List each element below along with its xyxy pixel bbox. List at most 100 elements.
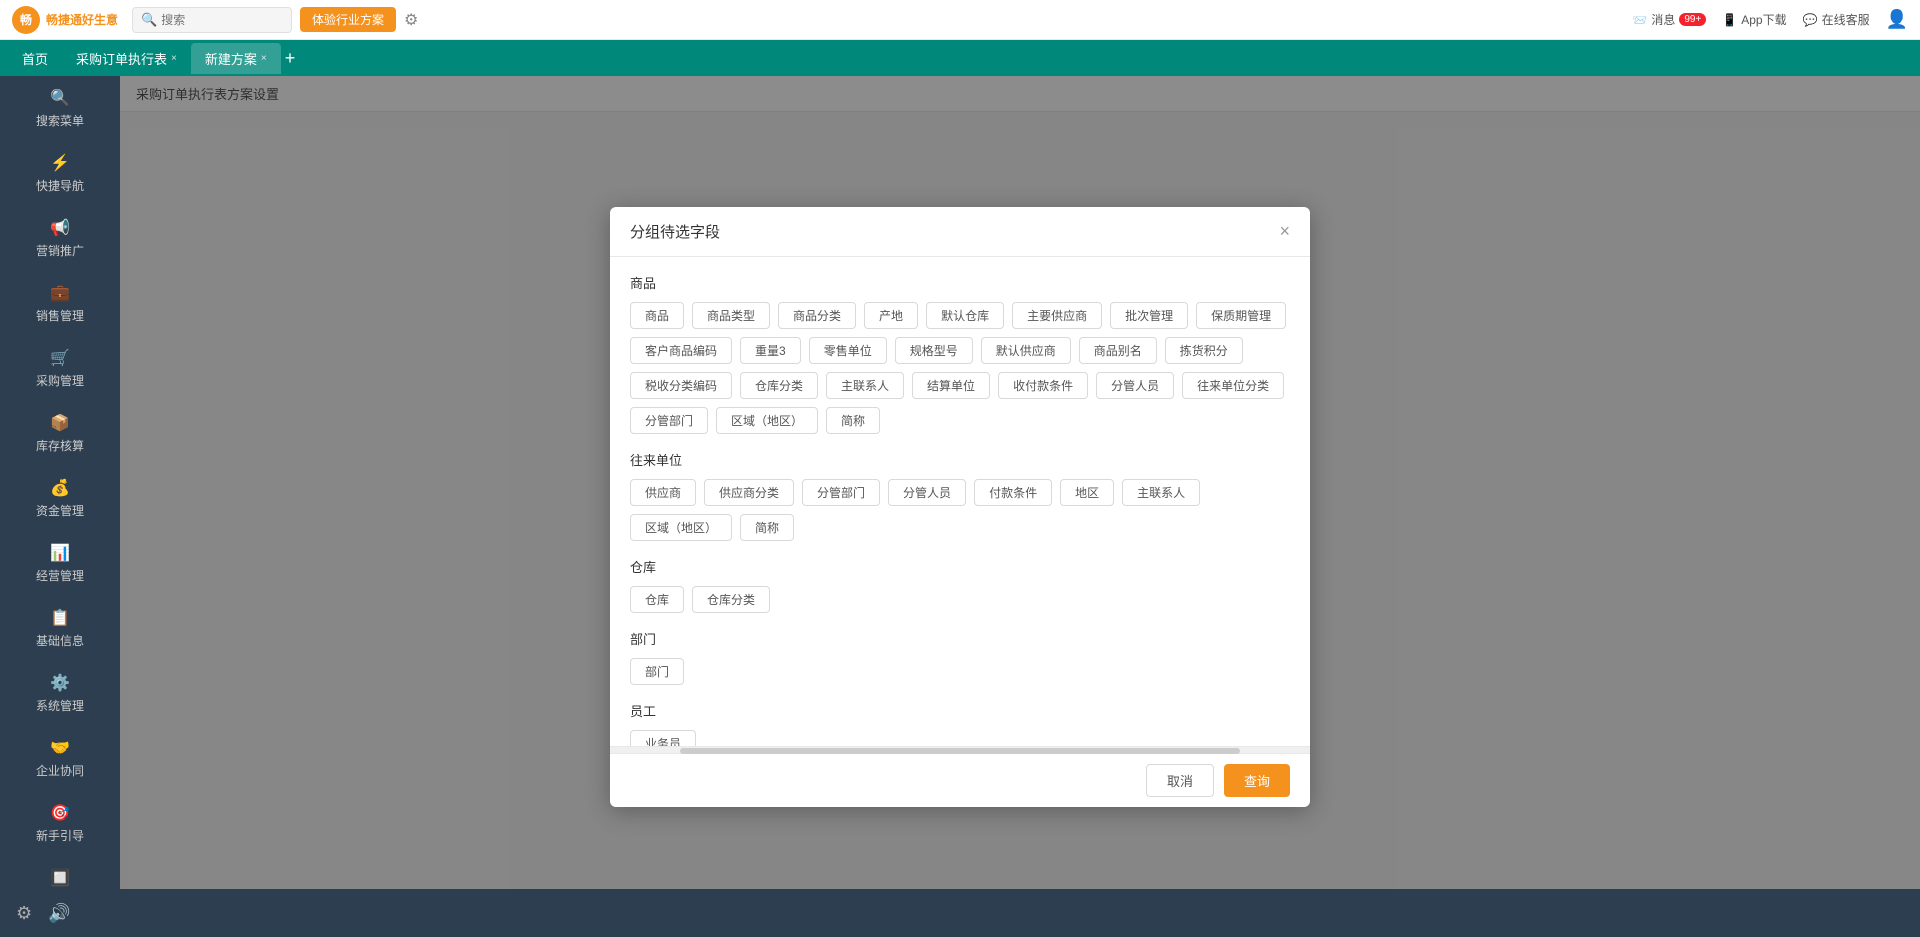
bottom-audio-btn[interactable]: 🔊 bbox=[48, 903, 70, 924]
tab-close-purchase[interactable]: × bbox=[171, 53, 177, 64]
guide-icon: 🎯 bbox=[50, 803, 70, 823]
bottom-settings-btn[interactable]: ⚙ bbox=[16, 903, 32, 924]
section-title-warehouse: 仓库 bbox=[630, 557, 1290, 576]
modal-close-btn[interactable]: × bbox=[1279, 221, 1290, 242]
field-tag[interactable]: 区域（地区） bbox=[630, 514, 732, 541]
field-tag[interactable]: 供应商分类 bbox=[704, 479, 794, 506]
purchase-icon: 🛒 bbox=[50, 348, 70, 368]
scrollbar-thumb bbox=[680, 748, 1240, 754]
tab-home[interactable]: 首页 bbox=[8, 43, 62, 74]
sidebar-item-search[interactable]: 🔍 搜索菜单 bbox=[0, 76, 120, 141]
field-tag[interactable]: 分管人员 bbox=[888, 479, 966, 506]
user-icon: 👤 bbox=[1886, 9, 1908, 30]
app-download-btn[interactable]: 📱 App下载 bbox=[1722, 11, 1786, 28]
modal-header: 分组待选字段 × bbox=[610, 207, 1310, 257]
sidebar-item-system[interactable]: ⚙️ 系统管理 bbox=[0, 661, 120, 726]
sidebar-item-operations[interactable]: 📊 经营管理 bbox=[0, 531, 120, 596]
field-tag[interactable]: 收付款条件 bbox=[998, 372, 1088, 399]
section-title-product: 商品 bbox=[630, 273, 1290, 292]
top-header: 畅 畅捷通好生意 🔍 体验行业方案 ⚙ 📨 消息 99+ 📱 App下载 💬 在… bbox=[0, 0, 1920, 40]
service-icon: 💬 bbox=[1803, 13, 1818, 27]
tab-new-plan[interactable]: 新建方案 × bbox=[191, 43, 281, 74]
field-tag[interactable]: 商品别名 bbox=[1079, 337, 1157, 364]
modal-overlay: 分组待选字段 × 商品 商品 商品类型 商品分类 产地 默认仓库 主要供应商 批… bbox=[120, 76, 1920, 937]
sidebar-item-guide[interactable]: 🎯 新手引导 bbox=[0, 791, 120, 856]
field-tag[interactable]: 产地 bbox=[864, 302, 918, 329]
section-title-department: 部门 bbox=[630, 629, 1290, 648]
message-icon: 📨 bbox=[1632, 13, 1647, 27]
field-tag[interactable]: 供应商 bbox=[630, 479, 696, 506]
online-service-btn[interactable]: 💬 在线客服 bbox=[1803, 11, 1870, 28]
tab-purchase-exec[interactable]: 采购订单执行表 × bbox=[62, 43, 191, 74]
sidebar-item-marketing[interactable]: 📢 营销推广 bbox=[0, 206, 120, 271]
field-tag[interactable]: 结算单位 bbox=[912, 372, 990, 399]
sidebar-item-cooperation[interactable]: 🤝 企业协同 bbox=[0, 726, 120, 791]
header-search[interactable]: 🔍 bbox=[132, 7, 292, 33]
field-grid-employee: 业务员 bbox=[630, 730, 1290, 747]
section-title-employee: 员工 bbox=[630, 701, 1290, 720]
field-tag[interactable]: 税收分类编码 bbox=[630, 372, 732, 399]
field-tag[interactable]: 主联系人 bbox=[1122, 479, 1200, 506]
message-btn[interactable]: 📨 消息 99+ bbox=[1632, 11, 1706, 28]
field-tag[interactable]: 仓库分类 bbox=[692, 586, 770, 613]
field-tag[interactable]: 保质期管理 bbox=[1196, 302, 1286, 329]
field-tag[interactable]: 仓库分类 bbox=[740, 372, 818, 399]
field-tag[interactable]: 简称 bbox=[826, 407, 880, 434]
settings-icon[interactable]: ⚙ bbox=[404, 10, 418, 30]
section-title-partner: 往来单位 bbox=[630, 450, 1290, 469]
modal-title: 分组待选字段 bbox=[630, 221, 720, 242]
logo-text: 畅捷通好生意 bbox=[46, 11, 118, 28]
field-tag[interactable]: 商品分类 bbox=[778, 302, 856, 329]
field-tag[interactable]: 分管部门 bbox=[630, 407, 708, 434]
inventory-icon: 📦 bbox=[50, 413, 70, 433]
field-tag[interactable]: 仓库 bbox=[630, 586, 684, 613]
field-tag[interactable]: 默认仓库 bbox=[926, 302, 1004, 329]
search-input[interactable] bbox=[161, 13, 283, 27]
tab-close-new-plan[interactable]: × bbox=[261, 53, 267, 64]
cancel-button[interactable]: 取消 bbox=[1146, 764, 1214, 797]
sidebar-item-inventory[interactable]: 📦 库存核算 bbox=[0, 401, 120, 466]
tab-add-btn[interactable]: + bbox=[285, 48, 296, 69]
experience-btn[interactable]: 体验行业方案 bbox=[300, 7, 396, 32]
horizontal-scrollbar[interactable] bbox=[610, 746, 1310, 752]
field-grid-department: 部门 bbox=[630, 658, 1290, 685]
field-tag[interactable]: 地区 bbox=[1060, 479, 1114, 506]
field-tag[interactable]: 主要供应商 bbox=[1012, 302, 1102, 329]
field-tag[interactable]: 商品 bbox=[630, 302, 684, 329]
field-tag[interactable]: 简称 bbox=[740, 514, 794, 541]
field-tag[interactable]: 业务员 bbox=[630, 730, 696, 747]
sidebar-item-purchase[interactable]: 🛒 采购管理 bbox=[0, 336, 120, 401]
field-tag[interactable]: 部门 bbox=[630, 658, 684, 685]
sidebar: 🔍 搜索菜单 ⚡ 快捷导航 📢 营销推广 💼 销售管理 🛒 采购管理 📦 库存核… bbox=[0, 76, 120, 937]
field-tag[interactable]: 默认供应商 bbox=[981, 337, 1071, 364]
user-btn[interactable]: 👤 bbox=[1886, 9, 1908, 30]
modal-body[interactable]: 商品 商品 商品类型 商品分类 产地 默认仓库 主要供应商 批次管理 保质期管理… bbox=[610, 257, 1310, 747]
field-tag[interactable]: 分管人员 bbox=[1096, 372, 1174, 399]
field-tag[interactable]: 重量3 bbox=[740, 337, 801, 364]
logo-area: 畅 畅捷通好生意 bbox=[12, 6, 132, 34]
field-grid-product: 商品 商品类型 商品分类 产地 默认仓库 主要供应商 批次管理 保质期管理 客户… bbox=[630, 302, 1290, 434]
field-grid-partner: 供应商 供应商分类 分管部门 分管人员 付款条件 地区 主联系人 区域（地区） … bbox=[630, 479, 1290, 541]
field-tag[interactable]: 分管部门 bbox=[802, 479, 880, 506]
field-tag[interactable]: 主联系人 bbox=[826, 372, 904, 399]
field-tag[interactable]: 商品类型 bbox=[692, 302, 770, 329]
field-tag[interactable]: 拣货积分 bbox=[1165, 337, 1243, 364]
sidebar-item-basic[interactable]: 📋 基础信息 bbox=[0, 596, 120, 661]
finance-icon: 💰 bbox=[50, 478, 70, 498]
basic-icon: 📋 bbox=[50, 608, 70, 628]
sidebar-item-sales[interactable]: 💼 销售管理 bbox=[0, 271, 120, 336]
field-tag[interactable]: 往来单位分类 bbox=[1182, 372, 1284, 399]
sidebar-item-finance[interactable]: 💰 资金管理 bbox=[0, 466, 120, 531]
field-tag[interactable]: 客户商品编码 bbox=[630, 337, 732, 364]
field-grid-warehouse: 仓库 仓库分类 bbox=[630, 586, 1290, 613]
main-content: 采购订单执行表方案设置 分组待选字段 × 商品 商品 商品类型 商品分类 产地 … bbox=[120, 76, 1920, 937]
field-tag[interactable]: 区域（地区） bbox=[716, 407, 818, 434]
operations-icon: 📊 bbox=[50, 543, 70, 563]
field-tag[interactable]: 零售单位 bbox=[809, 337, 887, 364]
sidebar-item-quick-nav[interactable]: ⚡ 快捷导航 bbox=[0, 141, 120, 206]
confirm-button[interactable]: 查询 bbox=[1224, 764, 1290, 797]
field-tag[interactable]: 付款条件 bbox=[974, 479, 1052, 506]
field-tag[interactable]: 批次管理 bbox=[1110, 302, 1188, 329]
field-tag[interactable]: 规格型号 bbox=[895, 337, 973, 364]
bottom-toolbar: ⚙ 🔊 bbox=[0, 889, 1920, 937]
